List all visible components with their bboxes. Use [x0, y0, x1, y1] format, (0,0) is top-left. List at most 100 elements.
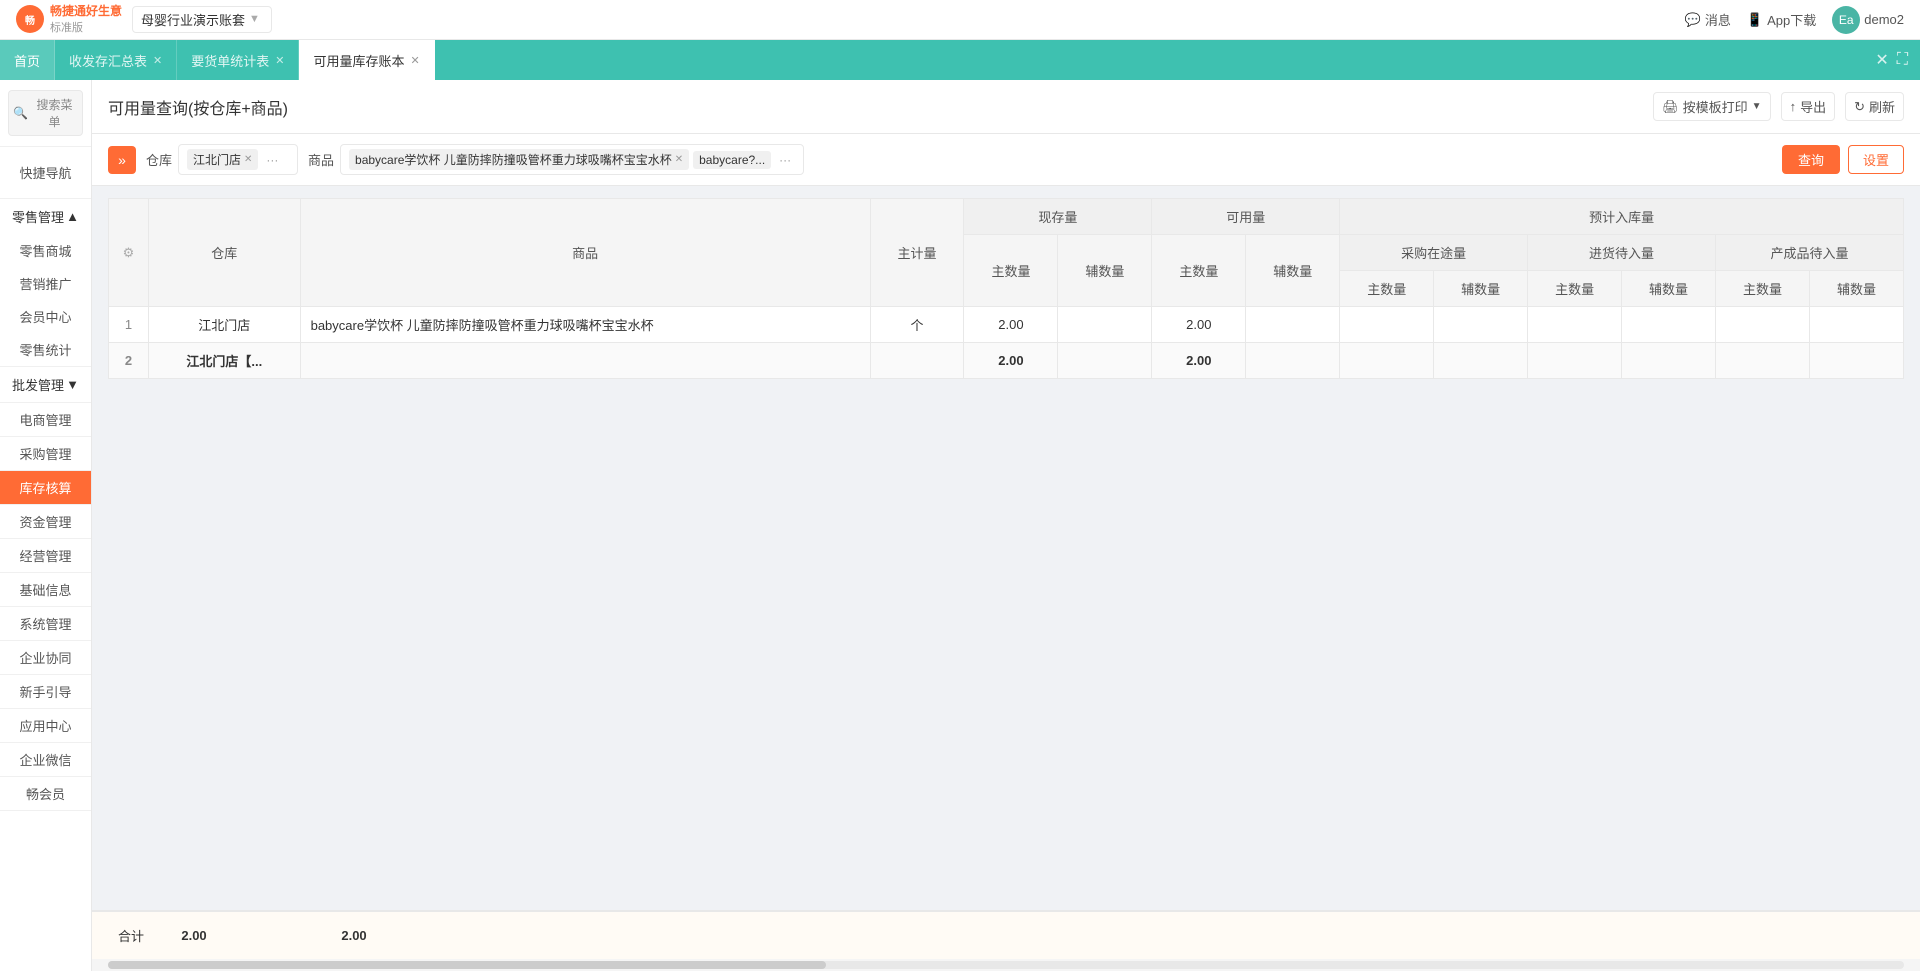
- product-tag-1-close[interactable]: ✕: [675, 154, 683, 165]
- tab-receive-send[interactable]: 收发存汇总表 ✕: [55, 40, 177, 80]
- chevron-icon: ▲: [66, 209, 79, 224]
- sidebar-section-ecommerce: 电商管理: [0, 403, 91, 437]
- sidebar-item-appstore[interactable]: 应用中心: [0, 709, 91, 742]
- sidebar-item-system[interactable]: 系统管理: [0, 607, 91, 640]
- purchase-aux-header: 辅数量: [1434, 271, 1528, 307]
- table-row: 2江北门店【...2.002.00: [109, 343, 1904, 379]
- incoming-aux-header: 辅数量: [1622, 271, 1716, 307]
- row-index-cell: 2: [109, 343, 149, 379]
- warehouse-tag-value: 江北门店: [193, 151, 241, 168]
- production-aux-header: 辅数量: [1809, 271, 1903, 307]
- tab-actions: ✕ ⛶: [1863, 40, 1920, 80]
- receive-send-tab-label: 收发存汇总表: [69, 51, 147, 70]
- scroll-bar-area: [92, 959, 1920, 971]
- sidebar-item-purchase[interactable]: 采购管理: [0, 437, 91, 470]
- page-title: 可用量查询(按仓库+商品): [108, 95, 288, 119]
- refresh-label: 刷新: [1869, 97, 1895, 116]
- warehouse-filter-label: 仓库: [146, 150, 172, 169]
- sidebar-item-wechat[interactable]: 企业微信: [0, 743, 91, 776]
- industry-select-value: 母婴行业演示账套: [141, 10, 245, 29]
- sidebar-item-retail-stats[interactable]: 零售统计: [0, 333, 91, 366]
- sidebar-item-enterprise[interactable]: 企业协同: [0, 641, 91, 674]
- row-unit-cell: 个: [870, 307, 964, 343]
- home-tab-label: 首页: [14, 51, 40, 70]
- sidebar-item-quick-nav[interactable]: 快捷导航: [0, 155, 91, 190]
- sidebar-section-batch: 批发管理 ▼: [0, 367, 91, 403]
- sidebar-item-members[interactable]: 会员中心: [0, 300, 91, 333]
- sidebar-item-finance[interactable]: 资金管理: [0, 505, 91, 538]
- unit-col-header: 主计量: [870, 199, 964, 307]
- sidebar-item-ecommerce[interactable]: 电商管理: [0, 403, 91, 436]
- zero-retail-label: 零售管理: [12, 207, 64, 226]
- tab-available-inventory[interactable]: 可用量库存账本 ✕: [299, 40, 434, 80]
- product-col-header: 商品: [300, 199, 870, 307]
- refresh-button[interactable]: ↻ 刷新: [1845, 92, 1904, 121]
- product-tag-2-value: babycare?...: [699, 153, 765, 167]
- gear-icon[interactable]: ⚙: [123, 245, 135, 260]
- order-stats-tab-label: 要货单统计表: [191, 51, 269, 70]
- available-inventory-tab-close[interactable]: ✕: [411, 54, 420, 67]
- order-stats-tab-close[interactable]: ✕: [275, 54, 284, 67]
- receive-send-tab-close[interactable]: ✕: [153, 54, 162, 67]
- sidebar-section-wechat: 企业微信: [0, 743, 91, 777]
- warehouse-tag-close[interactable]: ✕: [244, 154, 252, 165]
- logo-text: 畅捷通好生意: [50, 4, 122, 18]
- app-download-button[interactable]: 📱 App下载: [1747, 10, 1816, 29]
- row-available-main-cell: 2.00: [1152, 343, 1246, 379]
- sidebar-item-inventory[interactable]: 库存核算: [0, 471, 91, 504]
- chevron-down-icon: ▼: [66, 377, 79, 392]
- row-available-main-cell: 2.00: [1152, 307, 1246, 343]
- row-stock-aux-cell: [1058, 343, 1152, 379]
- filter-expand-button[interactable]: »: [108, 146, 136, 174]
- sidebar-item-operations[interactable]: 经营管理: [0, 539, 91, 572]
- row-stock-main-cell: 2.00: [964, 307, 1058, 343]
- available-main-header: 主数量: [1152, 235, 1246, 307]
- sidebar-item-vip[interactable]: 畅会员: [0, 777, 91, 810]
- print-icon: 🖨: [1662, 99, 1679, 115]
- content-area: 可用量查询(按仓库+商品) 🖨 按模板打印 ▼ ↑ 导出 ↻ 刷新: [92, 80, 1920, 971]
- warehouse-more[interactable]: ···: [262, 153, 282, 167]
- search-menu-button[interactable]: 🔍 搜索菜单: [8, 90, 83, 136]
- sidebar-item-basic[interactable]: 基础信息: [0, 573, 91, 606]
- export-label: 导出: [1800, 97, 1826, 116]
- setting-button[interactable]: 设置: [1848, 145, 1904, 174]
- scroll-thumb[interactable]: [108, 961, 826, 969]
- logo-icon: 畅: [16, 5, 44, 33]
- row-purchase-main-cell: [1340, 307, 1434, 343]
- query-button[interactable]: 查询: [1782, 145, 1840, 174]
- sidebar-item-guide[interactable]: 新手引导: [0, 675, 91, 708]
- sidebar-quick-nav: 快捷导航: [0, 147, 91, 199]
- sidebar-item-zero-mall[interactable]: 零售商城: [0, 234, 91, 267]
- scroll-track[interactable]: [108, 961, 1904, 969]
- tab-close-all-button[interactable]: ✕: [1875, 50, 1888, 70]
- tab-order-stats[interactable]: 要货单统计表 ✕: [177, 40, 299, 80]
- warehouse-filter-box[interactable]: 江北门店 ✕ ···: [178, 144, 298, 175]
- footer-stock-main: 2.00: [154, 922, 234, 949]
- industry-select[interactable]: 母婴行业演示账套 ▼: [132, 6, 272, 33]
- top-bar-left: 畅 畅捷通好生意 标准版 母婴行业演示账套 ▼: [16, 4, 272, 34]
- warehouse-col-header: 仓库: [149, 199, 301, 307]
- page-header: 可用量查询(按仓库+商品) 🖨 按模板打印 ▼ ↑ 导出 ↻ 刷新: [92, 80, 1920, 134]
- warehouse-tag: 江北门店 ✕: [187, 149, 258, 170]
- message-button[interactable]: 💬 消息: [1685, 10, 1731, 29]
- row-incoming-aux-cell: [1622, 343, 1716, 379]
- sidebar-section-basic: 基础信息: [0, 573, 91, 607]
- product-more[interactable]: ···: [775, 153, 795, 167]
- tab-home[interactable]: 首页: [0, 40, 55, 80]
- tab-fullscreen-button[interactable]: ⛶: [1897, 51, 1908, 69]
- export-button[interactable]: ↑ 导出: [1781, 92, 1836, 121]
- row-stock-main-cell: 2.00: [964, 343, 1058, 379]
- purchase-main-header: 主数量: [1340, 271, 1434, 307]
- top-bar-right: 💬 消息 📱 App下载 Ea demo2: [1685, 6, 1904, 34]
- sidebar-item-marketing[interactable]: 营销推广: [0, 267, 91, 300]
- stock-group-header: 现存量: [964, 199, 1152, 235]
- row-production-aux-cell: [1809, 343, 1903, 379]
- sidebar-section-zero-retail-header[interactable]: 零售管理 ▲: [0, 199, 91, 234]
- product-filter-label: 商品: [308, 150, 334, 169]
- sidebar-section-batch-header[interactable]: 批发管理 ▼: [0, 367, 91, 402]
- print-button[interactable]: 🖨 按模板打印 ▼: [1653, 92, 1770, 121]
- user-menu[interactable]: Ea demo2: [1832, 6, 1904, 34]
- sidebar: 🔍 搜索菜单 快捷导航 零售管理 ▲ 零售商城 营销推广 会员中心 零售统计 批…: [0, 80, 92, 971]
- product-filter-box[interactable]: babycare学饮杯 儿童防摔防撞吸管杯重力球吸嘴杯宝宝水杯 ✕ babyca…: [340, 144, 804, 175]
- table-wrapper: ⚙ 仓库 商品 主计量 现存量 可用量 预计入库量 主数量 辅数量 主数量 辅数…: [92, 186, 1920, 910]
